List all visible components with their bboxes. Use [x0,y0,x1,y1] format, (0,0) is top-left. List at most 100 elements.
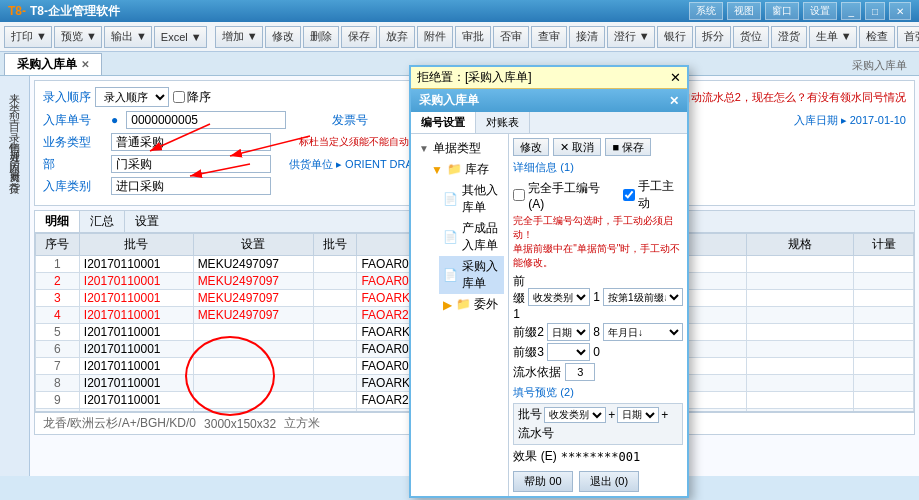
save-config-btn[interactable]: ■ 保存 [605,138,651,156]
cell-unit [854,375,914,392]
prefix2-select[interactable]: 日期 [547,323,590,341]
sidebar-item-2[interactable]: 类 [5,90,24,98]
business-type-input[interactable] [111,133,271,151]
sidebar-item-inventory[interactable]: 货存 [5,170,24,178]
cell-spec [746,256,854,273]
popup-close-icon[interactable]: ✕ [669,94,679,108]
effect-value: ********001 [561,450,640,464]
check-approve-btn[interactable]: 查审 [531,26,567,48]
tab-purchase-receipt[interactable]: 采购入库单 ✕ [4,53,102,75]
order-select[interactable]: 录入顺序 [95,87,169,107]
checkbox-full-manual[interactable]: 完全手工编号 (A) 手工主动 [513,178,683,212]
tab-close-icon[interactable]: ✕ [81,59,89,70]
cell-seq: 7 [36,358,80,375]
sidebar-item-reason[interactable]: 原因 [5,150,24,158]
cell-spec [746,324,854,341]
gen-order-btn[interactable]: 生单 ▼ [809,26,857,48]
tree-product-receipt[interactable]: 📄 产成品入库单 [439,218,504,256]
save-btn[interactable]: 保存 [341,26,377,48]
cell-spec [746,358,854,375]
modify-btn[interactable]: 修改 [265,26,301,48]
print-btn[interactable]: 打印 ▼ [4,26,52,48]
dept-input[interactable] [111,155,271,173]
cell-device: MEKU2497097 [193,256,313,273]
window-menu-btn[interactable]: 窗口 [765,2,799,20]
tab-number-settings[interactable]: 编号设置 [411,112,476,133]
bank-btn[interactable]: 银行 [657,26,693,48]
goods-btn[interactable]: 澄货 [771,26,807,48]
popup-tabs: 编号设置 对账表 [411,112,687,134]
tree-root[interactable]: ▼ 单据类型 [415,138,504,159]
approve-btn[interactable]: 审批 [455,26,491,48]
prefix1-extra-select[interactable]: 按第1级前缀↓ [603,288,683,306]
prefix1-select[interactable]: 收发类别 [528,288,590,306]
sidebar-item-process[interactable]: 处理方 [6,140,24,148]
category-input[interactable] [111,177,271,195]
help-button[interactable]: 帮助 00 [513,471,572,492]
sidebar-item-3[interactable]: 型 [5,100,24,108]
close-btn[interactable]: ✕ [889,2,911,20]
run-btn[interactable]: 澄行 ▼ [607,26,655,48]
inspect-btn[interactable]: 检查 [859,26,895,48]
sidebar-item-5[interactable]: 录 [5,120,24,128]
prefix2-label: 前缀2 [513,324,544,341]
sys-menu-btn[interactable]: 系统 [689,2,723,20]
discard-btn[interactable]: 放弃 [379,26,415,48]
app-title: T8-企业管理软件 [30,3,120,20]
config-note1: 完全手工编号勾选时，手工动必须启动！单据前缀中在"单据简号"时，手工动不能修改。 [513,214,683,270]
attach-btn[interactable]: 附件 [417,26,453,48]
cell-batch2 [313,358,357,375]
flow-depth-input[interactable] [565,363,595,381]
view-menu-btn[interactable]: 视图 [727,2,761,20]
prefix3-select[interactable] [547,343,590,361]
tree-purchase-receipt[interactable]: 📄 采购入库单 [439,256,504,294]
popup-hint-close[interactable]: ✕ [670,70,681,85]
modify-config-btn[interactable]: 修改 [513,138,549,156]
desc-order-checkbox[interactable] [173,91,185,103]
tab-details[interactable]: 明细 [35,211,80,232]
settings-menu-btn[interactable]: 设置 [803,2,837,20]
sidebar-item-map[interactable]: 类对照 [6,160,24,168]
config-toolbar: 修改 ✕ 取消 ■ 保存 [513,138,683,156]
tree-outsource[interactable]: ▶ 📁 委外 [439,294,504,315]
preview-btn[interactable]: 预览 ▼ [54,26,102,48]
tree-inventory[interactable]: ▼ 📁 库存 [427,159,504,180]
unapprove-btn[interactable]: 否审 [493,26,529,48]
prefix1-num: 1 [593,290,600,304]
first-btn[interactable]: 首张 [897,26,919,48]
sidebar-item-1[interactable]: 来 [5,80,24,88]
minimize-btn[interactable]: _ [841,2,861,20]
prefix2-extra-select[interactable]: 年月日↓ [603,323,683,341]
main-toolbar: 打印 ▼ 预览 ▼ 输出 ▼ Excel ▼ 增加 ▼ 修改 删除 保存 放弃 … [0,22,919,52]
split-btn[interactable]: 拆分 [695,26,731,48]
cell-batch: I20170110001 [79,341,193,358]
add-btn[interactable]: 增加 ▼ [215,26,263,48]
delete-btn[interactable]: 删除 [303,26,339,48]
detail-info-label: 详细信息 (1) [513,160,683,175]
location-btn[interactable]: 货位 [733,26,769,48]
cancel-config-btn[interactable]: ✕ 取消 [553,138,601,156]
sidebar-item-sales[interactable]: 销售 [5,130,24,138]
tree-outsource-label: 📁 委外 [456,296,498,313]
preview-category-select[interactable]: 收发类别 [544,407,606,423]
prefix2-row: 前缀2 日期 8 年月日↓ [513,323,683,341]
order-label: 录入顺序 [43,89,91,106]
excel-btn[interactable]: Excel ▼ [154,26,207,48]
maximize-btn[interactable]: □ [865,2,885,20]
tab-summary[interactable]: 汇总 [80,211,125,232]
full-manual-cb[interactable] [513,189,525,201]
tree-other-receipt[interactable]: 📄 其他入库单 [439,180,504,218]
invoice-no-input[interactable] [126,111,286,129]
manual-active-cb[interactable] [623,189,635,201]
preview-date-select[interactable]: 日期 [617,407,659,423]
status-text: 龙香/欧洲云杉/A+/BGH/KD/0 [43,415,196,432]
effect-row: 效果 (E) ********001 [513,448,683,465]
output-btn[interactable]: 输出 ▼ [104,26,152,48]
sidebar-item-4[interactable]: 目 [5,110,24,118]
tab-account-table[interactable]: 对账表 [476,112,530,133]
exit-button[interactable]: 退出 (0) [579,471,640,492]
cell-batch: I20170110001 [79,256,193,273]
tab-device[interactable]: 设置 [125,211,169,232]
clear-btn[interactable]: 接清 [569,26,605,48]
cell-spec [746,375,854,392]
